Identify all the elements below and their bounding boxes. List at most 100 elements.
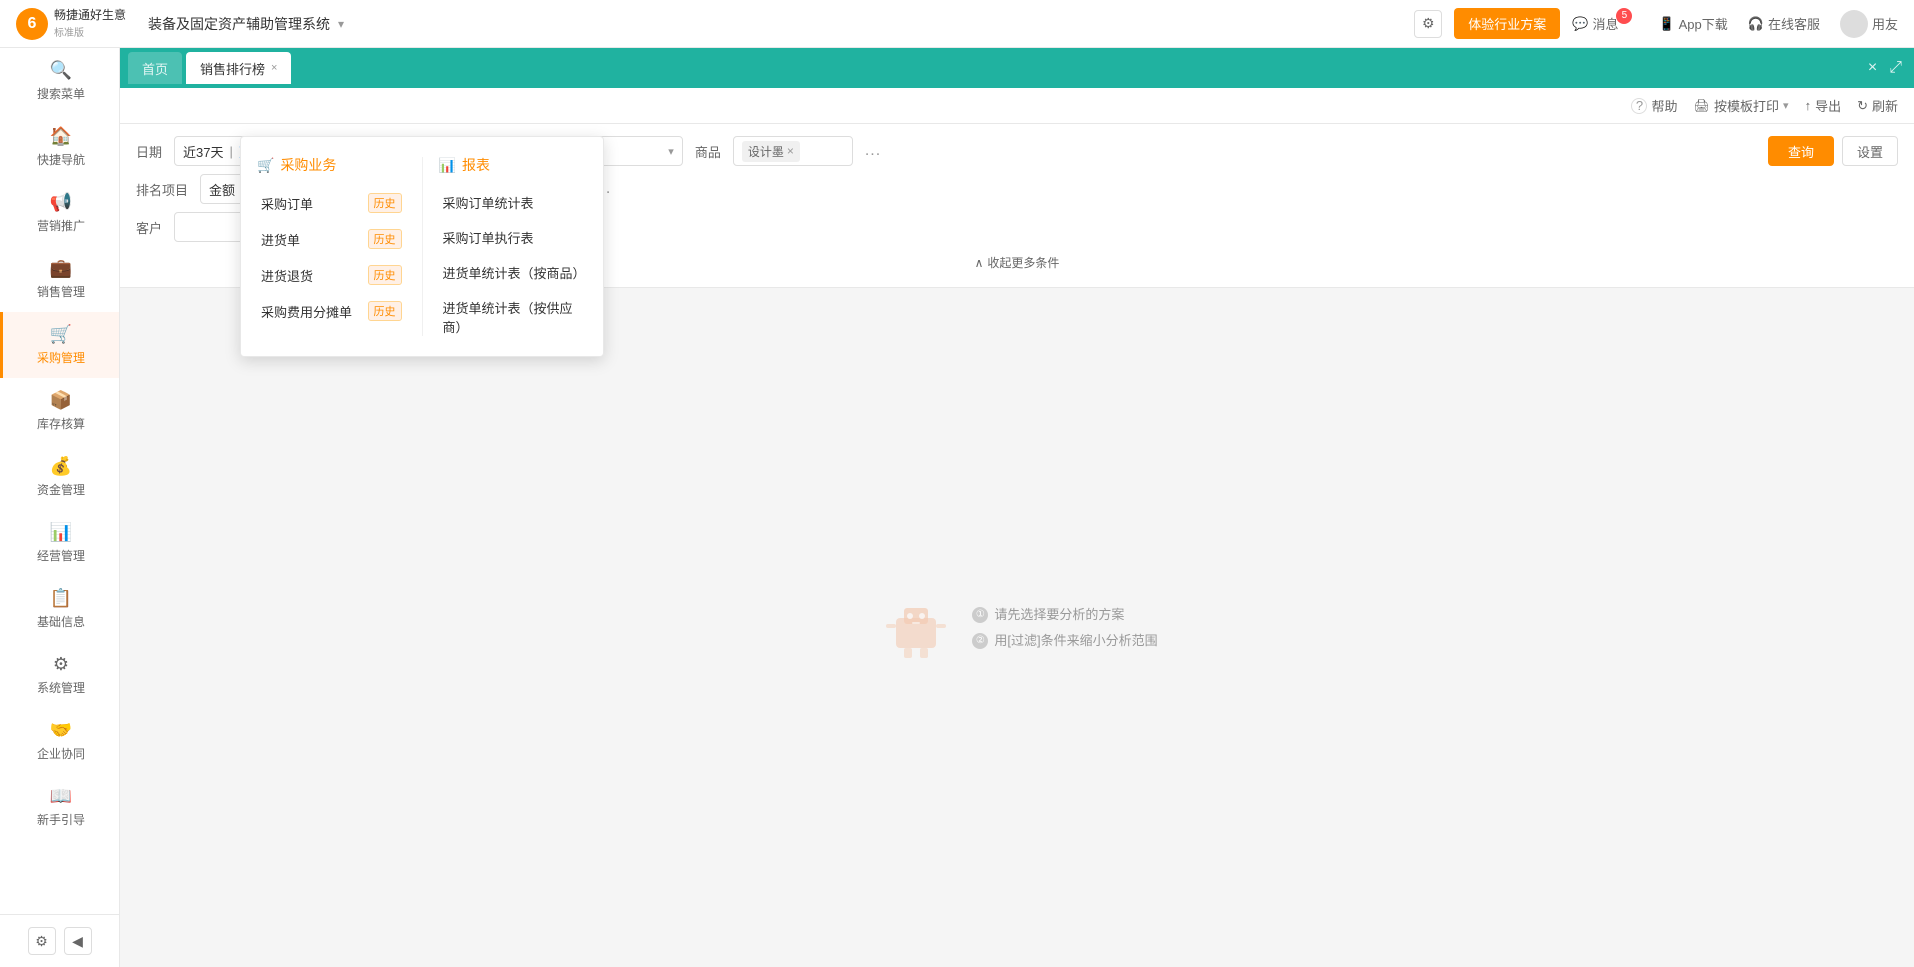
customer-label: 客户 <box>136 218 162 237</box>
sidebar-item-label-search: 搜索菜单 <box>37 85 85 102</box>
date-sep: | <box>229 144 232 159</box>
settings-bottom-icon: ⚙ <box>35 933 48 950</box>
avatar <box>1840 10 1868 38</box>
sidebar-item-quick[interactable]: 🏠 快捷导航 <box>0 114 119 180</box>
user-action[interactable]: 用友 <box>1840 10 1898 38</box>
sidebar-item-inventory[interactable]: 📦 库存核算 <box>0 378 119 444</box>
sidebar-item-label-guide: 新手引导 <box>37 811 85 828</box>
tab-sales-rank[interactable]: 销售排行榜 × <box>186 52 291 84</box>
purchase-title-label: 采购业务 <box>280 155 336 175</box>
toolbar: ? 帮助 🖨 按模板打印 ▾ ↑ 导出 ↻ 刷新 <box>120 88 1914 124</box>
goods-tag-close[interactable]: × <box>787 144 794 158</box>
inventory-icon: 📦 <box>50 390 72 411</box>
dropdown-item-report-2[interactable]: 进货单统计表（按商品） <box>431 255 596 290</box>
operations-icon: 📊 <box>50 522 72 543</box>
refresh-label: 刷新 <box>1872 96 1898 115</box>
dropdown-item-report-3[interactable]: 进货单统计表（按供应商） <box>431 290 596 344</box>
headset-icon: 🎧 <box>1748 16 1764 32</box>
sidebar-item-basic[interactable]: 📋 基础信息 <box>0 576 119 642</box>
print-action[interactable]: 🖨 按模板打印 ▾ <box>1694 96 1789 115</box>
tab-close-icon[interactable]: × <box>271 62 277 74</box>
purchase-icon: 🛒 <box>50 324 72 345</box>
tip-text-1: 请先选择要分析的方案 <box>994 602 1124 628</box>
window-close-button[interactable]: × <box>1864 55 1881 81</box>
logo-area: 6 畅捷通好生意 标准版 <box>16 8 136 40</box>
window-expand-button[interactable]: ⤢ <box>1885 55 1906 81</box>
industry-button[interactable]: 体验行业方案 <box>1454 8 1560 39</box>
sidebar-item-purchase[interactable]: 🛒 采购管理 <box>0 312 119 378</box>
app-download-action[interactable]: 📱 App下载 <box>1658 14 1727 33</box>
system-dropdown-arrow[interactable]: ▾ <box>338 17 344 31</box>
order-status-arrow: ▾ <box>668 145 674 158</box>
dropdown-item-return[interactable]: 进货退货 历史 <box>249 257 414 293</box>
settings-filter-button[interactable]: 设置 <box>1842 136 1898 166</box>
dropdown-item-inbound[interactable]: 进货单 历史 <box>249 221 414 257</box>
sidebar-item-corp[interactable]: 🤝 企业协同 <box>0 708 119 774</box>
settings-button[interactable]: ⚙ <box>1414 10 1442 38</box>
sidebar-item-label-purchase: 采购管理 <box>37 349 85 366</box>
sidebar-item-label-corp: 企业协同 <box>37 745 85 762</box>
dropdown-item-report-1[interactable]: 采购订单执行表 <box>431 220 596 255</box>
history-tag-0: 历史 <box>368 193 402 213</box>
export-action[interactable]: ↑ 导出 <box>1805 96 1842 115</box>
history-tag-3: 历史 <box>368 301 402 321</box>
dropdown-report-col: 📊 报表 采购订单统计表 采购订单执行表 进货单统计表（按商品） 进货单统计表（… <box>423 149 604 344</box>
dropdown-item-report-0[interactable]: 采购订单统计表 <box>431 185 596 220</box>
goods-selector[interactable]: 设计墨 × <box>733 136 853 166</box>
sidebar-collapse-button[interactable]: ◀ <box>64 927 92 955</box>
sidebar-item-sales[interactable]: 💼 销售管理 <box>0 246 119 312</box>
query-button[interactable]: 查询 <box>1768 136 1834 166</box>
dropdown-item-purchase-order[interactable]: 采购订单 历史 <box>249 185 414 221</box>
history-tag-1: 历史 <box>368 229 402 249</box>
tab-sales-rank-label: 销售排行榜 <box>200 59 265 78</box>
system-title-area: 装备及固定资产辅助管理系统 ▾ <box>148 14 1402 34</box>
empty-tip-1: ① 请先选择要分析的方案 <box>972 602 1157 628</box>
sidebar-item-marketing[interactable]: 📢 营销推广 <box>0 180 119 246</box>
logo-text-area: 畅捷通好生意 标准版 <box>54 8 126 39</box>
refresh-action[interactable]: ↻ 刷新 <box>1857 96 1898 115</box>
empty-illustration <box>876 588 956 668</box>
message-badge: 5 <box>1616 8 1632 24</box>
header-right: 💬 消息 5 📱 App下载 🎧 在线客服 用友 <box>1572 10 1898 38</box>
collapse-label: 收起更多条件 <box>987 254 1059 271</box>
collapse-button[interactable]: ∧ 收起更多条件 <box>971 250 1064 275</box>
rank-label: 排名项目 <box>136 180 188 199</box>
basic-icon: 📋 <box>50 588 72 609</box>
print-arrow-icon: ▾ <box>1783 99 1789 112</box>
collapse-up-icon: ∧ <box>975 256 984 270</box>
phone-icon: 📱 <box>1658 16 1674 32</box>
top-header: 6 畅捷通好生意 标准版 装备及固定资产辅助管理系统 ▾ ⚙ 体验行业方案 💬 … <box>0 0 1914 48</box>
sidebar-item-operations[interactable]: 📊 经营管理 <box>0 510 119 576</box>
export-icon: ↑ <box>1805 98 1812 113</box>
finance-icon: 💰 <box>50 456 72 477</box>
date-filter-label: 日期 <box>136 142 162 161</box>
sidebar-item-label-system: 系统管理 <box>37 679 85 696</box>
sidebar-bottom: ⚙ ◀ <box>0 914 119 967</box>
message-action[interactable]: 💬 消息 5 <box>1572 14 1638 33</box>
sidebar: 🔍 搜索菜单 🏠 快捷导航 📢 营销推广 💼 销售管理 🛒 采购管理 📦 库存核… <box>0 48 120 967</box>
dropdown-item-expense[interactable]: 采购费用分摊单 历史 <box>249 293 414 329</box>
empty-tips: ① 请先选择要分析的方案 ② 用[过滤]条件来缩小分析范围 <box>972 602 1157 654</box>
tab-home[interactable]: 首页 <box>128 52 182 84</box>
history-tag-2: 历史 <box>368 265 402 285</box>
sidebar-item-system[interactable]: ⚙ 系统管理 <box>0 642 119 708</box>
dropdown-report-title: 📊 报表 <box>431 149 596 185</box>
sidebar-settings-button[interactable]: ⚙ <box>28 927 56 955</box>
empty-state: ① 请先选择要分析的方案 ② 用[过滤]条件来缩小分析范围 <box>120 288 1914 967</box>
online-service-action[interactable]: 🎧 在线客服 <box>1748 14 1820 33</box>
corp-icon: 🤝 <box>50 720 72 741</box>
export-label: 导出 <box>1815 96 1841 115</box>
sidebar-item-guide[interactable]: 📖 新手引导 <box>0 774 119 840</box>
sidebar-item-search[interactable]: 🔍 搜索菜单 <box>0 48 119 114</box>
sidebar-item-label-finance: 资金管理 <box>37 481 85 498</box>
online-label: 在线客服 <box>1768 14 1820 33</box>
collapse-icon: ◀ <box>72 933 83 950</box>
logo-text: 畅捷通好生意 <box>54 8 126 24</box>
goods-dots[interactable]: ... <box>865 142 881 160</box>
message-label: 消息 <box>1592 14 1618 33</box>
help-label: 帮助 <box>1651 96 1677 115</box>
help-action[interactable]: ? 帮助 <box>1631 96 1677 115</box>
app-label: App下载 <box>1679 14 1728 33</box>
sidebar-item-finance[interactable]: 💰 资金管理 <box>0 444 119 510</box>
print-label: 按模板打印 <box>1714 96 1779 115</box>
